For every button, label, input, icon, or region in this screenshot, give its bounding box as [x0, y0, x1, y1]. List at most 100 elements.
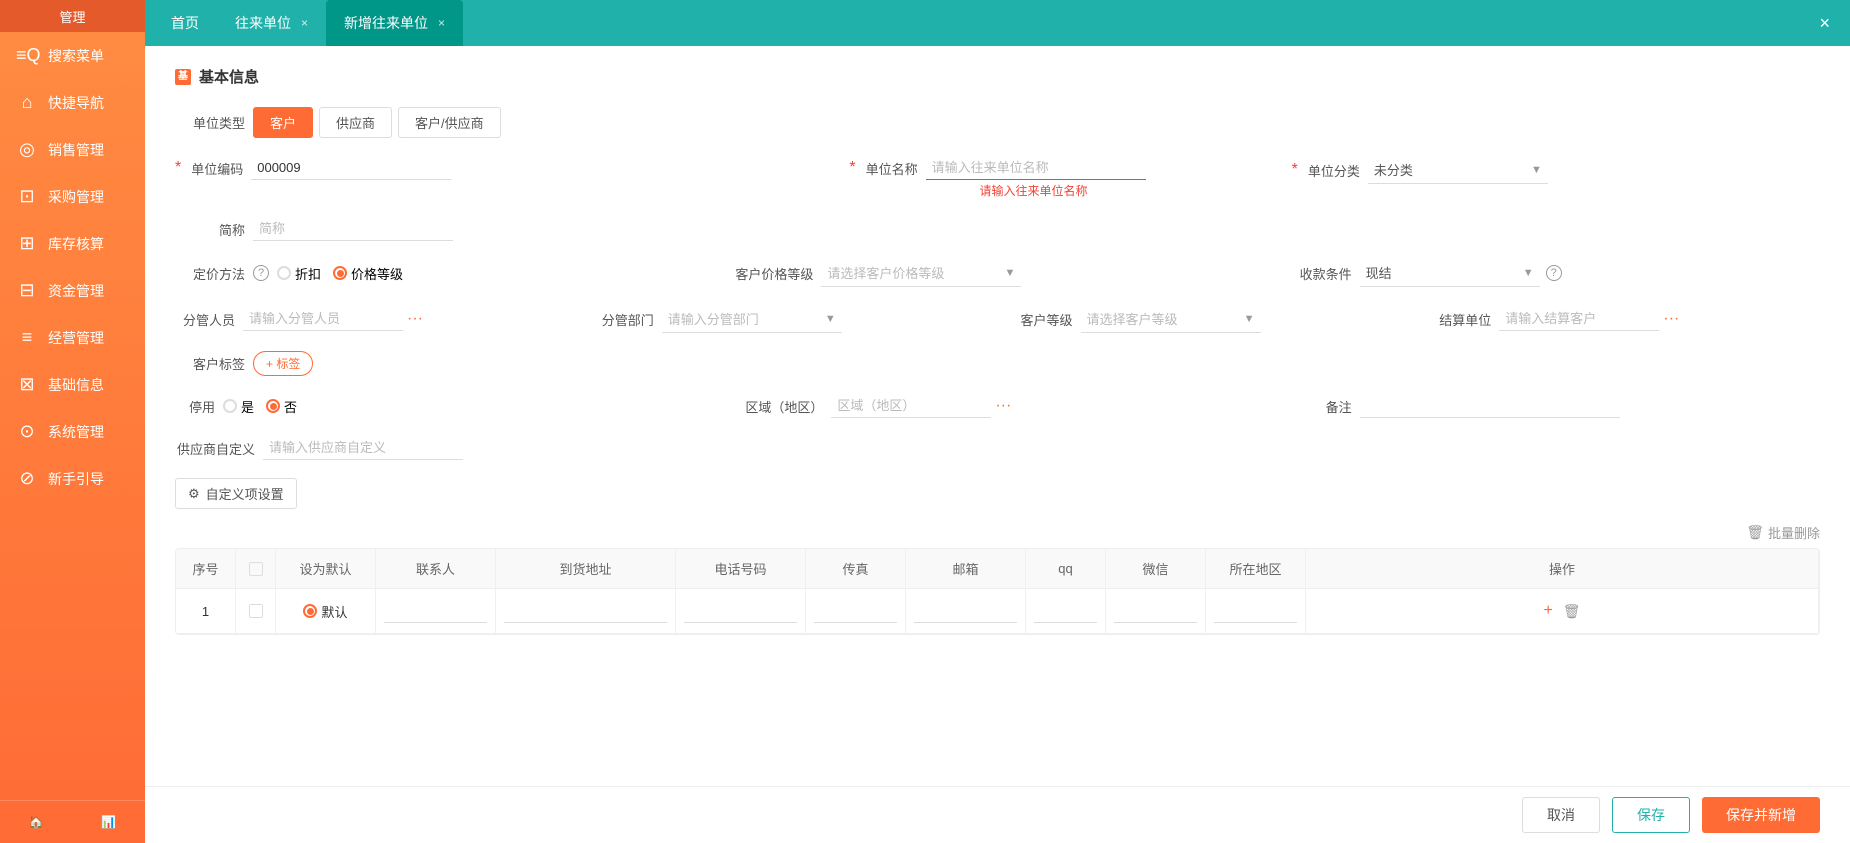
cell-region[interactable] [1206, 589, 1306, 633]
tab-counterpart-close[interactable]: × [301, 16, 308, 30]
header-checkbox[interactable] [249, 562, 263, 576]
sidebar-item-operations[interactable]: ≡ 经营管理 [0, 314, 145, 361]
pricing-method-help[interactable]: ? [253, 265, 269, 281]
sidebar-item-system[interactable]: ⊙ 系统管理 [0, 408, 145, 455]
manager-more[interactable]: ··· [407, 310, 423, 328]
sidebar-item-search[interactable]: ≡Q 搜索菜单 [0, 32, 145, 79]
unit-btn-supplier[interactable]: 供应商 [319, 107, 392, 138]
settlement-unit-input[interactable] [1499, 307, 1659, 331]
th-contact: 联系人 [376, 549, 496, 588]
cell-default[interactable]: 默认 [276, 589, 376, 633]
th-email: 邮箱 [906, 549, 1026, 588]
tab-counterpart-label: 往来单位 [235, 13, 291, 33]
add-row-icon[interactable]: + [1543, 602, 1552, 620]
th-seq: 序号 [176, 549, 236, 588]
cell-address[interactable] [496, 589, 676, 633]
contact-input[interactable] [384, 599, 487, 623]
radio-discount[interactable]: 折扣 [277, 264, 321, 283]
tab-new-counterpart-close[interactable]: × [438, 16, 445, 30]
cancel-button[interactable]: 取消 [1522, 797, 1600, 833]
sidebar-item-finance[interactable]: ⊟ 资金管理 [0, 267, 145, 314]
cell-contact[interactable] [376, 589, 496, 633]
tab-home[interactable]: 首页 [153, 0, 217, 46]
tab-new-counterpart[interactable]: 新增往来单位 × [326, 0, 463, 46]
row-checkbox[interactable] [249, 604, 263, 618]
supplier-custom-input[interactable] [263, 436, 463, 460]
unit-code-input[interactable] [251, 156, 451, 180]
pricing-radio-group: 折扣 价格等级 [277, 264, 403, 283]
sidebar-item-inventory[interactable]: ⊞ 库存核算 [0, 220, 145, 267]
cell-action: + 🗑 [1306, 589, 1819, 633]
wechat-input[interactable] [1114, 599, 1197, 623]
manager-row: 分管人员 ··· 分管部门 请输入分管部门 ▼ 客户等级 请选择客户等级 ▼ [175, 305, 1820, 333]
cell-fax[interactable] [806, 589, 906, 633]
cell-wechat[interactable] [1106, 589, 1206, 633]
add-tag-button[interactable]: + 标签 [253, 351, 313, 376]
unit-category-arrow: ▼ [1531, 164, 1542, 176]
department-select[interactable]: 请输入分管部门 ▼ [662, 305, 842, 333]
payment-terms-help[interactable]: ? [1546, 265, 1562, 281]
supplier-custom-group: 供应商自定义 [175, 436, 1820, 460]
sidebar-item-quicknav[interactable]: ⌂ 快捷导航 [0, 79, 145, 126]
save-and-new-button[interactable]: 保存并新增 [1702, 797, 1820, 833]
default-radio[interactable]: 默认 [303, 602, 347, 621]
phone-input[interactable] [684, 599, 797, 623]
customer-tag-label: 客户标签 [175, 354, 245, 373]
qq-input[interactable] [1034, 599, 1097, 623]
th-check[interactable] [236, 549, 276, 588]
th-phone: 电话号码 [676, 549, 806, 588]
unit-category-select[interactable]: 未分类 ▼ [1368, 156, 1548, 184]
unit-code-group: * 单位编码 [175, 156, 703, 180]
tab-counterpart[interactable]: 往来单位 × [217, 0, 326, 46]
unit-btn-both[interactable]: 客户/供应商 [398, 107, 501, 138]
manager-input[interactable] [243, 307, 403, 331]
payment-terms-select[interactable]: 现结 ▼ [1360, 259, 1540, 287]
sidebar-item-basicinfo[interactable]: ⊠ 基础信息 [0, 361, 145, 408]
th-region: 所在地区 [1206, 549, 1306, 588]
tab-bar: 首页 往来单位 × 新增往来单位 × × [145, 0, 1850, 46]
section-title-text: 基本信息 [199, 66, 259, 87]
tab-bar-close-all[interactable]: × [1807, 13, 1842, 34]
customer-level-label: 客户等级 [1013, 310, 1073, 329]
sidebar-bottom-home[interactable]: 🏠 [0, 809, 73, 835]
unit-btn-customer[interactable]: 客户 [253, 107, 313, 138]
settlement-unit-more[interactable]: ··· [1663, 310, 1679, 328]
unit-category-label: 单位分类 [1300, 161, 1360, 180]
batch-delete-label[interactable]: 批量删除 [1768, 523, 1820, 542]
radio-yes[interactable]: 是 [223, 397, 254, 416]
customer-level-select[interactable]: 请选择客户等级 ▼ [1081, 305, 1261, 333]
custom-settings-label: 自定义项设置 [206, 484, 284, 503]
sidebar-item-guide[interactable]: ⊘ 新手引导 [0, 455, 145, 502]
radio-no[interactable]: 否 [266, 397, 297, 416]
sidebar-item-label: 快捷导航 [48, 93, 104, 113]
unit-name-input[interactable] [926, 156, 1146, 180]
disabled-row: 停用 是 否 区域（地区） ··· [175, 394, 1820, 418]
cell-email[interactable] [906, 589, 1026, 633]
region-input-table[interactable] [1214, 599, 1297, 623]
address-input[interactable] [504, 599, 667, 623]
cell-phone[interactable] [676, 589, 806, 633]
cell-qq[interactable] [1026, 589, 1106, 633]
radio-price-level[interactable]: 价格等级 [333, 264, 403, 283]
batch-delete-area: 🗑 批量删除 [175, 523, 1820, 542]
custom-settings-button[interactable]: ⚙ 自定义项设置 [175, 478, 297, 509]
remark-input[interactable] [1360, 394, 1620, 418]
radio-yes-label: 是 [241, 397, 254, 416]
th-action: 操作 [1306, 549, 1819, 588]
cell-check[interactable] [236, 589, 276, 633]
email-input[interactable] [914, 599, 1017, 623]
search-menu-icon: ≡Q [16, 45, 38, 66]
sidebar-item-purchase[interactable]: ⊡ 采购管理 [0, 173, 145, 220]
fax-input[interactable] [814, 599, 897, 623]
sidebar-item-sales[interactable]: ◎ 销售管理 [0, 126, 145, 173]
region-more[interactable]: ··· [995, 397, 1011, 415]
region-input[interactable] [831, 394, 991, 418]
short-name-input[interactable] [253, 217, 453, 241]
region-group: 区域（地区） ··· [743, 394, 1251, 418]
payment-terms-arrow: ▼ [1523, 267, 1534, 279]
sidebar-bottom-stats[interactable]: 📊 [73, 809, 146, 835]
delete-row-icon[interactable]: 🗑 [1563, 603, 1581, 620]
save-button[interactable]: 保存 [1612, 797, 1690, 833]
default-radio-label: 默认 [321, 602, 347, 621]
customer-price-level-select[interactable]: 请选择客户价格等级 ▼ [821, 259, 1021, 287]
